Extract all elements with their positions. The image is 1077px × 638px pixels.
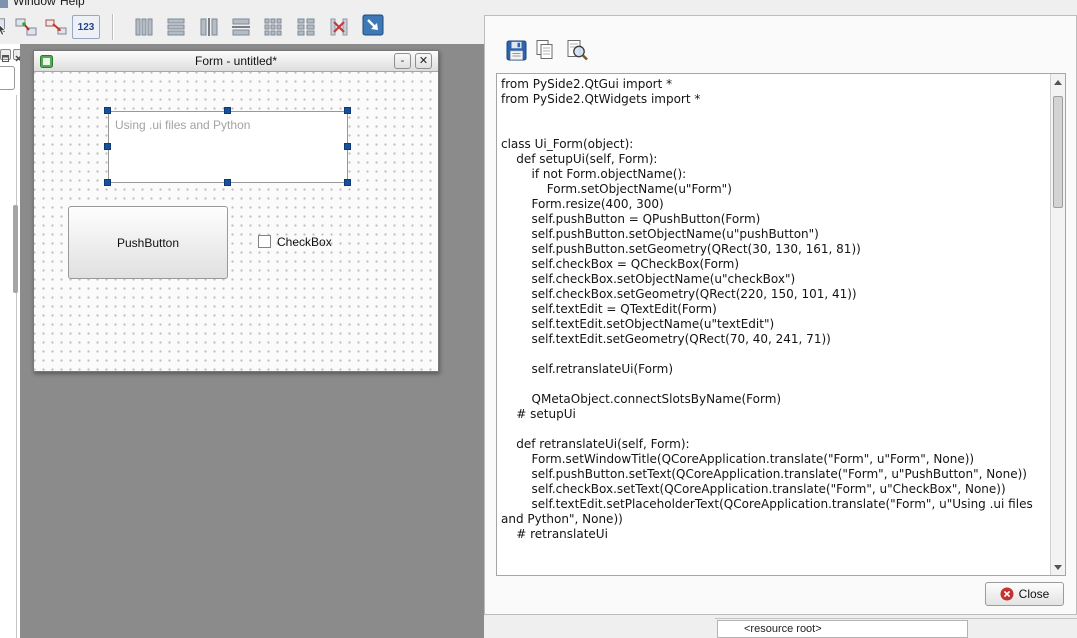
break-layout-icon[interactable] <box>329 15 349 39</box>
code-text[interactable]: from PySide2.QtGui import * from PySide2… <box>497 74 1050 575</box>
textedit-placeholder: Using .ui files and Python <box>115 118 250 132</box>
pushbutton-widget[interactable]: PushButton <box>68 206 228 279</box>
scroll-down-icon[interactable] <box>1051 559 1065 575</box>
checkbox-indicator[interactable] <box>258 235 271 248</box>
selection-handle-bottom-left[interactable] <box>104 179 111 186</box>
form-window-title: Form - untitled* <box>34 51 438 71</box>
minimize-button[interactable]: - <box>394 53 411 69</box>
checkbox-widget[interactable]: CheckBox <box>258 234 332 249</box>
selection-handle-top-left[interactable] <box>104 107 111 114</box>
menu-help[interactable]: Help <box>60 0 85 8</box>
close-dialog-button[interactable]: Close <box>985 582 1064 606</box>
qt-designer-window: Window Help 123 <box>0 0 1077 638</box>
lay-out-in-form-layout-icon[interactable] <box>296 15 316 39</box>
lay-out-vertically-in-splitter-icon[interactable] <box>231 15 251 39</box>
adjust-size-icon[interactable] <box>361 13 385 37</box>
edit-widgets-icon[interactable] <box>0 15 10 39</box>
edit-signals-slots-icon[interactable] <box>14 15 38 39</box>
resource-browser: <resource root> <box>717 620 968 638</box>
widget-filter-input[interactable] <box>0 66 15 90</box>
form-window-icon <box>40 55 53 73</box>
resource-browser-divider <box>715 618 1077 619</box>
code-scrollbar[interactable] <box>1050 74 1065 575</box>
mdi-area: Form - untitled* - ✕ Using .ui files and… <box>20 44 484 638</box>
pushbutton-label: PushButton <box>117 236 179 250</box>
find-icon[interactable] <box>564 38 590 62</box>
menubar: Window Help <box>0 0 1077 9</box>
lay-out-horizontally-in-splitter-icon[interactable] <box>199 15 219 39</box>
edit-tab-order-icon[interactable]: 123 <box>72 15 100 39</box>
selection-handle-mid-right[interactable] <box>344 143 351 150</box>
copy-icon[interactable] <box>532 38 558 62</box>
widget-box-dock <box>0 44 20 638</box>
scroll-up-icon[interactable] <box>1051 74 1065 90</box>
dock-float-icon[interactable] <box>0 49 11 60</box>
close-window-button[interactable]: ✕ <box>415 53 432 69</box>
selection-handle-top-mid[interactable] <box>224 107 231 114</box>
lay-out-in-grid-icon[interactable] <box>263 15 283 39</box>
checkbox-label: CheckBox <box>277 235 332 249</box>
lay-out-vertically-icon[interactable] <box>166 15 186 39</box>
selection-handle-top-right[interactable] <box>344 107 351 114</box>
form-canvas[interactable]: Using .ui files and Python PushButton Ch… <box>34 72 438 371</box>
textedit-widget[interactable]: Using .ui files and Python <box>108 111 348 183</box>
selection-handle-bottom-mid[interactable] <box>224 179 231 186</box>
edit-buddies-icon[interactable] <box>44 15 68 39</box>
close-button-label: Close <box>1019 587 1050 601</box>
form-titlebar[interactable]: Form - untitled* - ✕ <box>34 51 438 72</box>
close-circle-icon <box>1000 587 1014 601</box>
selection-handle-mid-left[interactable] <box>104 143 111 150</box>
form-window: Form - untitled* - ✕ Using .ui files and… <box>33 50 439 372</box>
save-icon[interactable] <box>503 38 529 62</box>
resource-root-item[interactable]: <resource root> <box>744 621 967 637</box>
widgetbox-scrollbar-handle[interactable] <box>13 205 18 293</box>
lay-out-horizontally-icon[interactable] <box>134 15 154 39</box>
app-icon <box>0 0 8 8</box>
toolbar-separator <box>112 14 114 40</box>
selection-handle-bottom-right[interactable] <box>344 179 351 186</box>
widgetbox-scrollbar[interactable] <box>16 95 17 638</box>
code-scrollbar-handle[interactable] <box>1053 96 1063 208</box>
code-preview-dialog: from PySide2.QtGui import * from PySide2… <box>484 15 1077 615</box>
menu-window[interactable]: Window <box>13 0 56 8</box>
code-view: from PySide2.QtGui import * from PySide2… <box>496 73 1066 576</box>
